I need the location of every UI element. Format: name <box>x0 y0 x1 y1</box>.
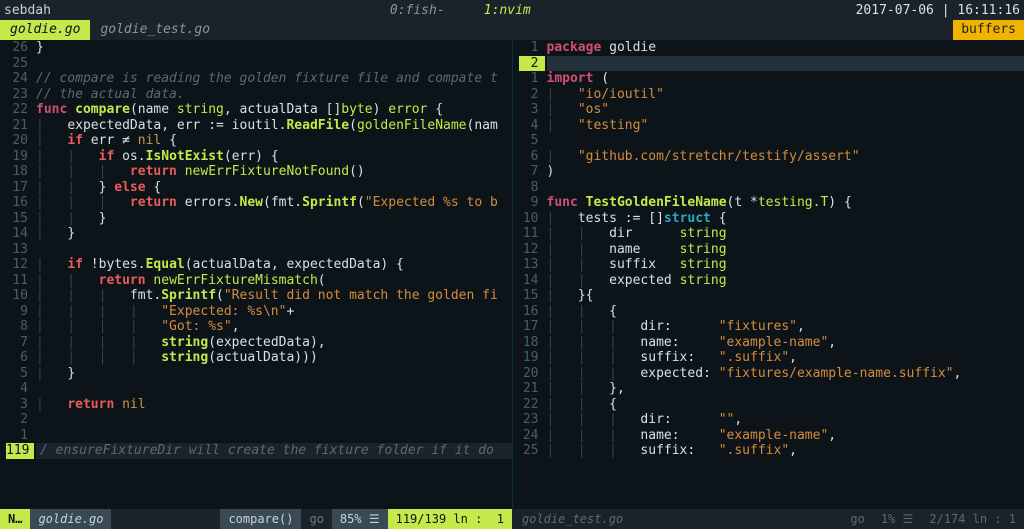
status-position-r: 2/174 ln : 1 <box>921 509 1024 529</box>
status-percent: 85% ☰ <box>332 509 388 529</box>
mode-indicator: N… <box>0 509 30 529</box>
window-1[interactable]: 1:nvim <box>484 3 531 18</box>
editor-area[interactable]: 2625242322212019181716151413121110987654… <box>0 40 1024 509</box>
left-code[interactable]: }// compare is reading the golden fixtur… <box>36 40 512 509</box>
status-filename-r: goldie_test.go <box>512 509 842 529</box>
buffer-tabline: goldie.go goldie_test.go buffers <box>0 20 1024 40</box>
left-gutter: 2625242322212019181716151413121110987654… <box>0 40 36 509</box>
status-percent-r: 1% ☰ <box>873 509 921 529</box>
status-position: 119/139 ln : 1 <box>388 509 512 529</box>
right-gutter: 1212345678910111213141516171819202122232… <box>513 40 547 509</box>
status-filename: goldie.go <box>30 509 111 529</box>
status-filetype-r: go <box>842 509 872 529</box>
window-0[interactable]: 0:fish- <box>390 3 445 18</box>
tab-goldie-test-go[interactable]: goldie_test.go <box>90 20 220 40</box>
buffers-badge[interactable]: buffers <box>953 20 1024 40</box>
session-name: sebdah <box>4 3 51 18</box>
left-pane[interactable]: 2625242322212019181716151413121110987654… <box>0 40 513 509</box>
statusline-left: N… goldie.go compare() go 85% ☰ 119/139 … <box>0 509 512 529</box>
statusline-right: goldie_test.go go 1% ☰ 2/174 ln : 1 <box>512 509 1024 529</box>
right-pane[interactable]: 1212345678910111213141516171819202122232… <box>513 40 1024 509</box>
status-funcname: compare() <box>220 509 301 529</box>
clock: 2017-07-06 | 16:11:16 <box>856 3 1020 18</box>
tmux-status-bar: sebdah 0:fish- 1:nvim 2017-07-06 | 16:11… <box>0 0 1024 20</box>
status-filetype: go <box>301 509 331 529</box>
right-code[interactable]: package goldie import (| "io/ioutil"| "o… <box>547 40 1024 509</box>
tab-goldie-go[interactable]: goldie.go <box>0 20 90 40</box>
window-list[interactable]: 0:fish- 1:nvim <box>65 3 856 18</box>
